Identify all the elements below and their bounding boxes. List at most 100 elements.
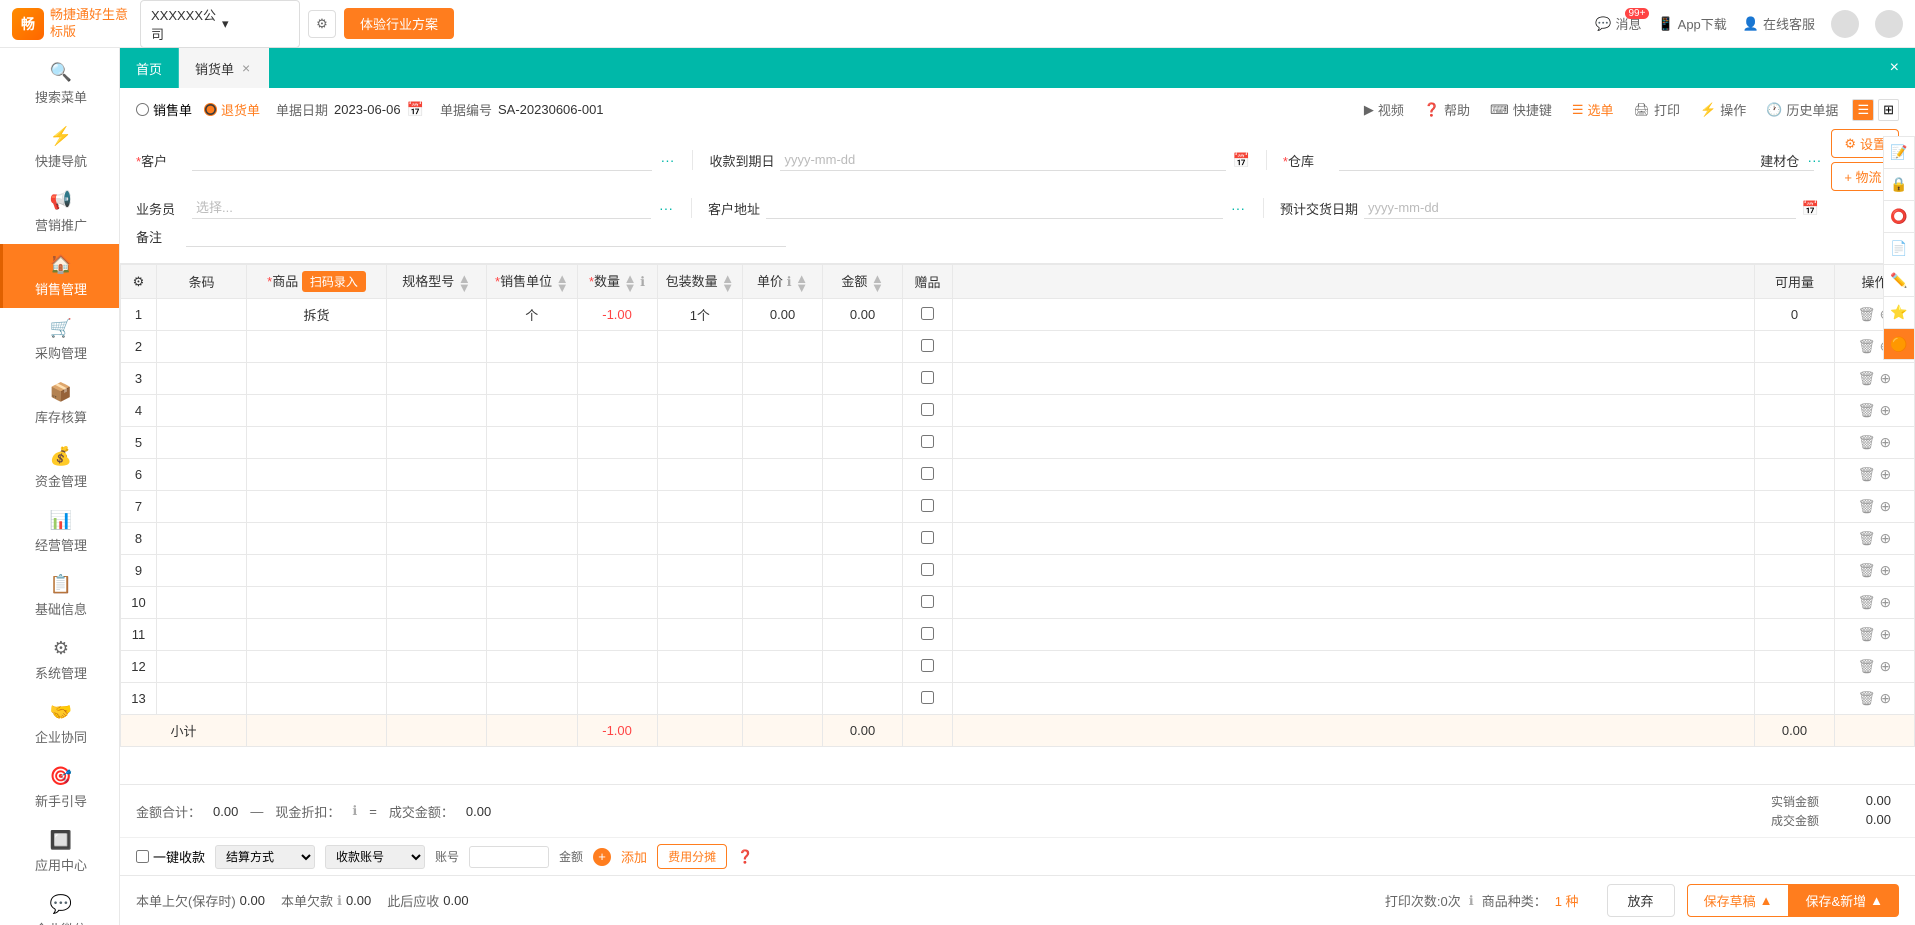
- expected-cal-icon[interactable]: 📅: [1802, 200, 1819, 217]
- copy-row-button[interactable]: ⊕: [1880, 466, 1892, 483]
- choose-order-button[interactable]: ☰ 选单: [1566, 98, 1620, 121]
- row-gift[interactable]: [903, 299, 953, 331]
- copy-row-button[interactable]: ⊕: [1880, 658, 1892, 675]
- tab-end-close-button[interactable]: ×: [1874, 59, 1915, 77]
- help-button[interactable]: ❓ 帮助: [1418, 98, 1476, 121]
- shortcut-key-button[interactable]: ⌨ 快捷键: [1484, 98, 1558, 121]
- add-payment-button[interactable]: +: [593, 848, 611, 866]
- sidebar-item-finance[interactable]: 💰 资金管理: [0, 436, 119, 500]
- th-config[interactable]: ⚙: [121, 265, 157, 299]
- delete-row-button[interactable]: 🗑: [1858, 466, 1876, 483]
- due-date-calendar-icon[interactable]: 📅: [1232, 152, 1249, 169]
- expected-date-input[interactable]: [1364, 197, 1796, 219]
- order-owe-info-icon[interactable]: ℹ: [337, 893, 342, 909]
- warehouse-dots-button[interactable]: ···: [1805, 152, 1823, 168]
- tab-home[interactable]: 首页: [120, 48, 179, 88]
- trial-button[interactable]: 体验行业方案: [344, 8, 454, 39]
- abandon-button[interactable]: 放弃: [1607, 884, 1675, 917]
- float-doc-button[interactable]: 📄: [1883, 232, 1915, 264]
- note-input[interactable]: [186, 225, 786, 247]
- settlement-select[interactable]: 结算方式: [215, 845, 315, 869]
- delete-row-button[interactable]: 🗑: [1858, 594, 1876, 611]
- list-view-button[interactable]: ☰: [1852, 99, 1874, 121]
- sidebar-item-wechat[interactable]: 💬 企业微信: [0, 884, 119, 925]
- customer-addr-input[interactable]: [766, 197, 1223, 219]
- float-orange-button[interactable]: 🟠: [1883, 328, 1915, 360]
- settings-gear-button[interactable]: ⚙: [308, 10, 336, 38]
- delete-row-button[interactable]: 🗑: [1858, 434, 1876, 451]
- history-button[interactable]: 🕐 历史单据: [1760, 98, 1844, 121]
- salesman-input[interactable]: [192, 197, 651, 219]
- grid-view-button[interactable]: ⊞: [1878, 99, 1899, 121]
- price-info-icon[interactable]: ℹ: [787, 274, 792, 289]
- delete-row-button[interactable]: 🗑: [1858, 402, 1876, 419]
- sidebar-item-operation[interactable]: 📊 经营管理: [0, 500, 119, 564]
- spec-sort-icon[interactable]: ▲▼: [458, 274, 471, 292]
- sidebar-item-enterprise[interactable]: 🤝 企业协同: [0, 692, 119, 756]
- sidebar-item-shortcut[interactable]: ⚡ 快捷导航: [0, 116, 119, 180]
- sidebar-item-appstore[interactable]: 🔲 应用中心: [0, 820, 119, 884]
- copy-row-button[interactable]: ⊕: [1880, 434, 1892, 451]
- company-selector[interactable]: XXXXXX公司 ▾: [140, 0, 300, 48]
- sidebar-item-search[interactable]: 🔍 搜索菜单: [0, 52, 119, 116]
- account-no-input[interactable]: [469, 846, 549, 868]
- one-click-pay-checkbox[interactable]: 一键收款: [136, 847, 205, 866]
- qty-info-icon[interactable]: ℹ: [640, 274, 645, 289]
- qty-sort-icon[interactable]: ▲▼: [624, 274, 637, 292]
- avatar[interactable]: [1831, 10, 1859, 38]
- sidebar-item-sales[interactable]: 🏠 销售管理: [0, 244, 119, 308]
- unit-sort-icon[interactable]: ▲▼: [556, 274, 569, 292]
- delete-row-button[interactable]: 🗑: [1858, 658, 1876, 675]
- copy-row-button[interactable]: ⊕: [1880, 370, 1892, 387]
- messages-button[interactable]: 💬 消息 99+: [1595, 14, 1641, 33]
- operate-button[interactable]: ⚡ 操作: [1694, 98, 1752, 121]
- due-date-input[interactable]: [780, 149, 1226, 171]
- account-select[interactable]: 收款账号: [325, 845, 425, 869]
- float-star-button[interactable]: ⭐: [1883, 296, 1915, 328]
- sidebar-item-system[interactable]: ⚙ 系统管理: [0, 628, 119, 692]
- price-sort-icon[interactable]: ▲▼: [795, 274, 808, 292]
- copy-row-button[interactable]: ⊕: [1880, 530, 1892, 547]
- delete-row-button[interactable]: 🗑: [1858, 626, 1876, 643]
- save-draft-button[interactable]: 保存草稿 ▲: [1687, 884, 1790, 917]
- amount-sort-icon[interactable]: ▲▼: [871, 274, 884, 292]
- delete-row-button[interactable]: 🗑: [1858, 338, 1876, 355]
- sidebar-item-guide[interactable]: 🎯 新手引导: [0, 756, 119, 820]
- warehouse-input[interactable]: [1339, 149, 1814, 171]
- avatar-secondary[interactable]: [1875, 10, 1903, 38]
- pkgqty-sort-icon[interactable]: ▲▼: [721, 274, 734, 292]
- sidebar-item-purchase[interactable]: 🛒 采购管理: [0, 308, 119, 372]
- customer-dots-button[interactable]: ···: [658, 152, 676, 168]
- delete-row-button[interactable]: 🗑: [1858, 498, 1876, 515]
- float-lock-button[interactable]: 🔒: [1883, 168, 1915, 200]
- fee-split-button[interactable]: 费用分摊: [657, 844, 727, 869]
- fee-help-icon[interactable]: ❓: [737, 849, 753, 865]
- copy-row-button[interactable]: ⊕: [1880, 402, 1892, 419]
- customer-input[interactable]: [192, 149, 652, 171]
- date-calendar-icon[interactable]: 📅: [407, 101, 424, 118]
- sidebar-item-inventory[interactable]: 📦 库存核算: [0, 372, 119, 436]
- row-price[interactable]: 0.00: [743, 299, 823, 331]
- discount-info-icon[interactable]: ℹ: [352, 803, 357, 819]
- delete-row-button[interactable]: 🗑: [1858, 530, 1876, 547]
- save-new-button[interactable]: 保存&新增 ▲: [1789, 884, 1899, 917]
- radio-sales-order[interactable]: 销售单: [136, 100, 192, 119]
- addr-dots-button[interactable]: ···: [1229, 200, 1247, 216]
- row-qty[interactable]: -1.00: [577, 299, 657, 331]
- delete-row-button[interactable]: 🗑: [1858, 370, 1876, 387]
- float-edit-button[interactable]: ✏️: [1883, 264, 1915, 296]
- delete-row-button[interactable]: 🗑: [1858, 306, 1876, 323]
- print-button[interactable]: 🖨 打印: [1628, 98, 1687, 121]
- delete-row-button[interactable]: 🗑: [1858, 562, 1876, 579]
- copy-row-button[interactable]: ⊕: [1880, 594, 1892, 611]
- sidebar-item-basic[interactable]: 📋 基础信息: [0, 564, 119, 628]
- copy-row-button[interactable]: ⊕: [1880, 498, 1892, 515]
- scan-button[interactable]: 扫码录入: [302, 271, 366, 292]
- video-button[interactable]: ▶ 视频: [1358, 98, 1410, 121]
- copy-row-button[interactable]: ⊕: [1880, 626, 1892, 643]
- print-info-icon[interactable]: ℹ: [1469, 893, 1474, 909]
- online-service-button[interactable]: 👤 在线客服: [1743, 14, 1815, 33]
- copy-row-button[interactable]: ⊕: [1880, 562, 1892, 579]
- row-amount[interactable]: 0.00: [823, 299, 903, 331]
- copy-row-button[interactable]: ⊕: [1880, 690, 1892, 707]
